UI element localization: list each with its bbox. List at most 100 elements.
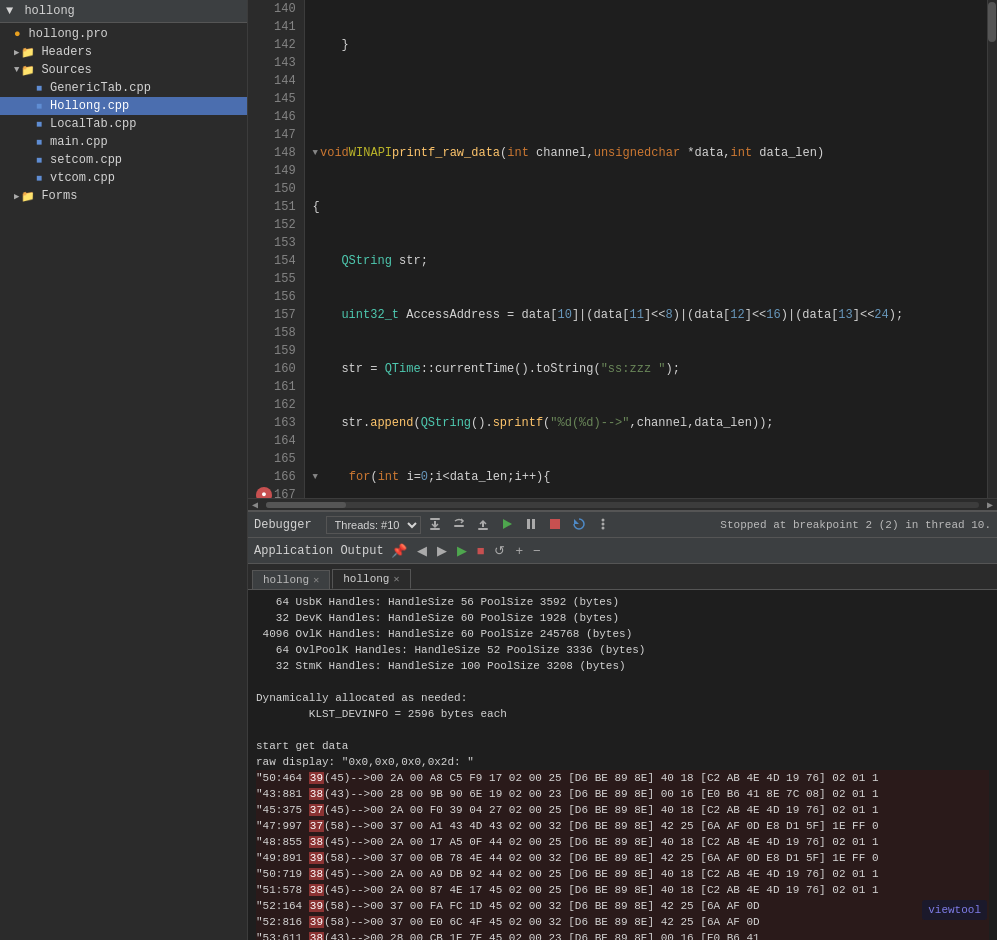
scroll-left-arrow[interactable]: ◀ <box>248 499 262 511</box>
svg-point-11 <box>601 526 604 529</box>
sidebar-item-headers[interactable]: ▶ 📁 Headers <box>0 43 247 61</box>
output-line-20: "52:816 39(58)-->00 37 00 E0 6C 4F 45 02… <box>256 914 989 930</box>
cpp-file-icon-5: ■ <box>36 155 42 166</box>
line-numbers: 140 141 142 143 144 145 146 147 148 149 … <box>248 0 305 498</box>
line-num-149: 149 <box>256 162 296 180</box>
output-line-4: 32 StmK Handles: HandleSize 100 PoolSize… <box>256 658 989 674</box>
forms-folder-icon: 📁 <box>21 190 35 203</box>
code-line-145: uint32_t AccessAddress = data[10]|(data[… <box>313 306 987 324</box>
sidebar-item-hollong[interactable]: ■ Hollong.cpp <box>0 97 247 115</box>
svg-marker-4 <box>503 519 512 529</box>
app-output-restart-button[interactable]: ↺ <box>491 542 508 559</box>
stop-button[interactable] <box>545 515 565 535</box>
line-num-147: 147 <box>256 126 296 144</box>
output-content[interactable]: 64 UsbK Handles: HandleSize 56 PoolSize … <box>248 590 997 940</box>
line-num-145: 145 <box>256 90 296 108</box>
sidebar-item-sources[interactable]: ▼ 📁 Sources <box>0 61 247 79</box>
app-output-nav-left[interactable]: ◀ <box>414 542 430 559</box>
app-output-add-button[interactable]: + <box>512 542 526 559</box>
tab-close-2[interactable]: ✕ <box>393 573 399 585</box>
line-num-160: 160 <box>256 360 296 378</box>
app-output-run-button[interactable]: ▶ <box>454 542 470 559</box>
debugger-toolbar: Debugger Threads: #10 <box>248 512 997 538</box>
app-output-nav-right[interactable]: ▶ <box>434 542 450 559</box>
headers-chevron: ▶ <box>14 47 19 58</box>
output-line-0: 64 UsbK Handles: HandleSize 56 PoolSize … <box>256 594 989 610</box>
sidebar-item-generictab[interactable]: ■ GenericTab.cpp <box>0 79 247 97</box>
highlight-38-5: 38 <box>309 932 324 940</box>
app-output-pin-button[interactable]: 📌 <box>388 542 410 559</box>
app-output-bar: Application Output 📌 ◀ ▶ ▶ ■ ↺ + − <box>248 538 997 564</box>
forms-chevron: ▶ <box>14 191 19 202</box>
editor-scrollbar[interactable] <box>987 0 997 498</box>
output-line-9: start get data <box>256 738 989 754</box>
step-into-button[interactable] <box>425 515 445 535</box>
sidebar-item-localtab[interactable]: ■ LocalTab.cpp <box>0 115 247 133</box>
sidebar-item-vtcom[interactable]: ■ vtcom.cpp <box>0 169 247 187</box>
sidebar-item-project-file[interactable]: ● hollong.pro <box>0 25 247 43</box>
line-num-148: 148 <box>256 144 296 162</box>
pause-button[interactable] <box>521 515 541 535</box>
file-label-localtab: LocalTab.cpp <box>50 117 136 131</box>
debugger-status: Stopped at breakpoint 2 (2) in thread 10… <box>720 519 991 531</box>
output-line-6: Dynamically allocated as needed: <box>256 690 989 706</box>
pro-file-icon: ● <box>14 28 21 40</box>
fold-arrow-142[interactable]: ▼ <box>313 144 318 162</box>
output-line-8 <box>256 722 989 738</box>
code-line-148: ▼ for(int i=0;i<data_len;i++){ <box>313 468 987 486</box>
code-line-141 <box>313 90 987 108</box>
step-out-button[interactable] <box>473 515 493 535</box>
output-line-19: "52:164 39(58)-->00 37 00 FA FC 1D 45 02… <box>256 898 989 914</box>
breakpoint-icon: ● <box>256 487 272 498</box>
code-scroll-area[interactable]: 140 141 142 143 144 145 146 147 148 149 … <box>248 0 997 498</box>
file-label-hollong: Hollong.cpp <box>50 99 129 113</box>
output-tab-hollong-2[interactable]: hollong ✕ <box>332 569 410 589</box>
sidebar-header: ▼ hollong <box>0 0 247 23</box>
app-output-minus-button[interactable]: − <box>530 542 544 559</box>
svg-rect-0 <box>430 518 440 520</box>
fold-arrow-148[interactable]: ▼ <box>313 468 318 486</box>
output-line-5 <box>256 674 989 690</box>
forms-label: Forms <box>41 189 77 203</box>
continue-button[interactable] <box>497 515 517 535</box>
line-num-162: 162 <box>256 396 296 414</box>
line-num-156: 156 <box>256 288 296 306</box>
output-line-3: 64 OvlPoolK Handles: HandleSize 52 PoolS… <box>256 642 989 658</box>
output-tabs: hollong ✕ hollong ✕ <box>248 564 997 590</box>
output-line-13: "45:375 37(45)-->00 2A 00 F0 39 04 27 02… <box>256 802 989 818</box>
code-line-142: ▼void WINAPI printf_raw_data(int channel… <box>313 144 987 162</box>
headers-label: Headers <box>41 45 91 59</box>
editor-scrollbar-thumb[interactable] <box>988 2 996 42</box>
tab-close-1[interactable]: ✕ <box>313 574 319 586</box>
project-title: hollong <box>24 4 74 18</box>
restart-button[interactable] <box>569 515 589 535</box>
scroll-right-arrow[interactable]: ▶ <box>983 499 997 511</box>
threads-dropdown[interactable]: Threads: #10 <box>326 516 421 534</box>
more-button[interactable] <box>593 515 613 535</box>
sidebar-item-forms[interactable]: ▶ 📁 Forms <box>0 187 247 205</box>
output-line-21: "53:611 38(43)-->00 28 00 CB 1E 7E 45 02… <box>256 930 989 940</box>
output-tab-hollong-1[interactable]: hollong ✕ <box>252 570 330 589</box>
svg-rect-1 <box>430 528 440 530</box>
line-num-161: 161 <box>256 378 296 396</box>
file-label-setcom: setcom.cpp <box>50 153 122 167</box>
code-content[interactable]: } ▼void WINAPI printf_raw_data(int chann… <box>305 0 987 498</box>
code-line-140: } <box>313 36 987 54</box>
svg-rect-2 <box>454 525 464 527</box>
line-num-155: 155 <box>256 270 296 288</box>
sources-label: Sources <box>41 63 91 77</box>
highlight-39-1: 39 <box>309 772 324 784</box>
app-output-stop-button[interactable]: ■ <box>474 542 488 559</box>
line-num-157: 157 <box>256 306 296 324</box>
horizontal-scrollbar[interactable]: ◀ ▶ <box>248 498 997 510</box>
output-line-10: raw display: "0x0,0x0,0x0,0x2d: " <box>256 754 989 770</box>
line-num-146: 146 <box>256 108 296 126</box>
code-editor: 140 141 142 143 144 145 146 147 148 149 … <box>248 0 997 510</box>
sidebar-item-main[interactable]: ■ main.cpp <box>0 133 247 151</box>
line-num-150: 150 <box>256 180 296 198</box>
step-over-button[interactable] <box>449 515 469 535</box>
output-line-11: "50:464 39(45)-->00 2A 00 A8 C5 F9 17 02… <box>256 770 989 786</box>
sidebar-item-setcom[interactable]: ■ setcom.cpp <box>0 151 247 169</box>
tab-label-2: hollong <box>343 573 389 585</box>
sidebar: ▼ hollong ● hollong.pro ▶ 📁 Headers ▼ 📁 … <box>0 0 248 940</box>
